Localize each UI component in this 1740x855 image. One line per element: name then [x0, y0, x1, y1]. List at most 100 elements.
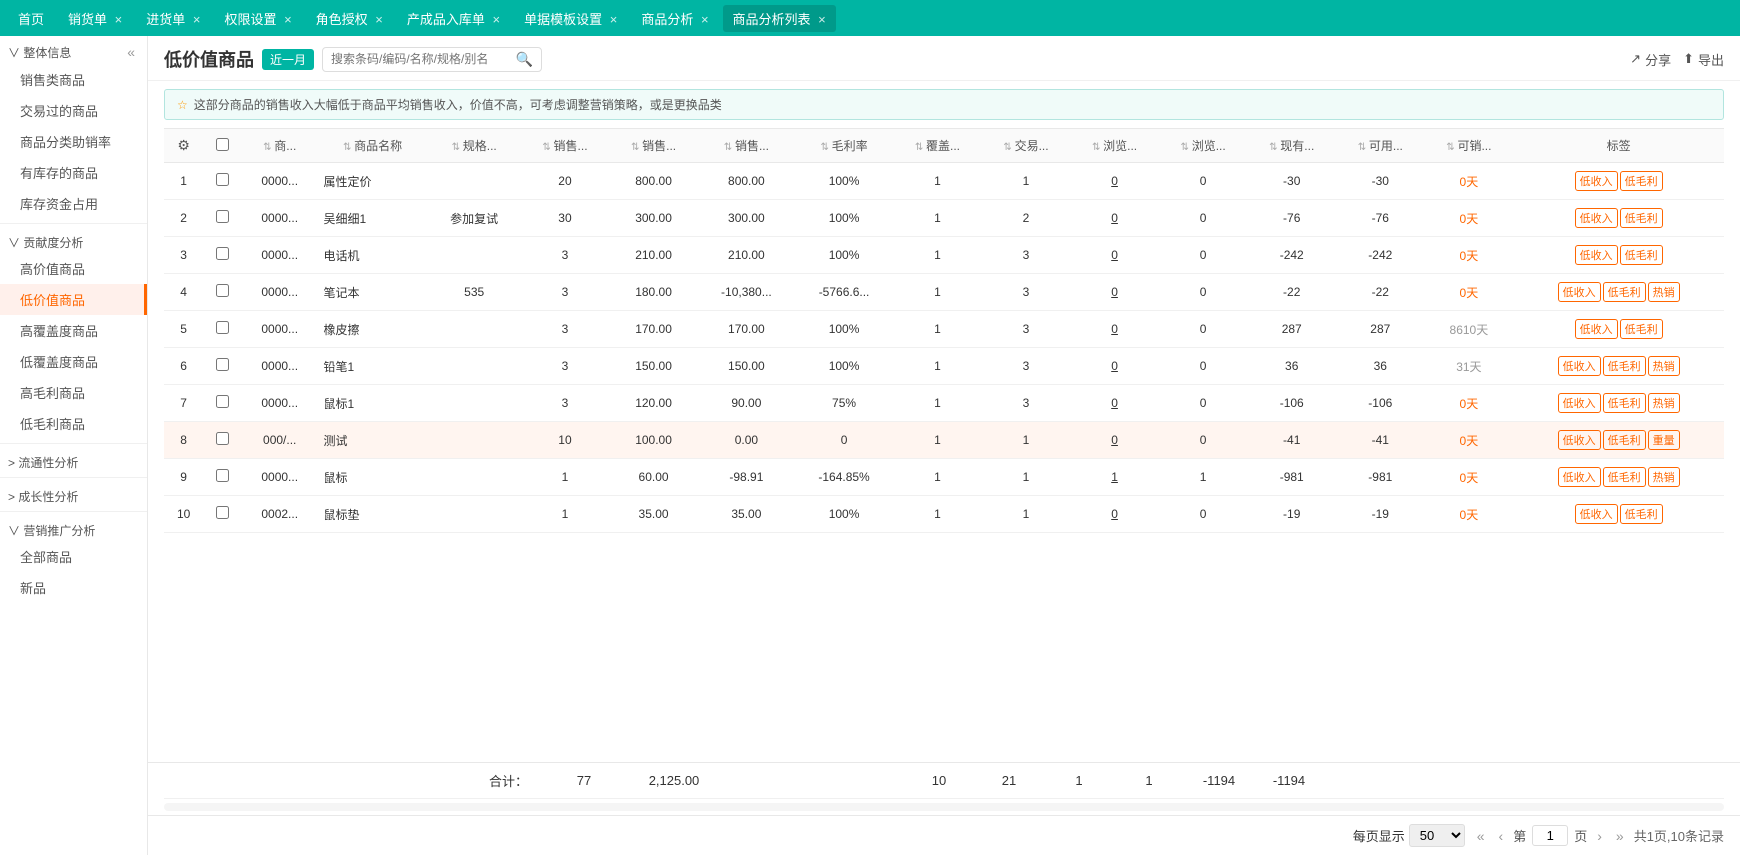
- page-size-dropdown[interactable]: 50 100 200: [1409, 824, 1465, 847]
- row-select-checkbox[interactable]: [216, 173, 229, 186]
- col-stock[interactable]: 现有...: [1247, 129, 1336, 163]
- sidebar-item-all-products[interactable]: 全部商品: [0, 541, 147, 572]
- row-pv1[interactable]: 0: [1070, 200, 1159, 237]
- pv1-link[interactable]: 0: [1111, 211, 1118, 225]
- pv1-link[interactable]: 0: [1111, 396, 1118, 410]
- row-checkbox[interactable]: [203, 237, 242, 274]
- col-sales-amt[interactable]: 销售...: [609, 129, 698, 163]
- row-checkbox[interactable]: [203, 459, 242, 496]
- sidebar-item-traded-products[interactable]: 交易过的商品: [0, 95, 147, 126]
- col-code[interactable]: 商...: [242, 129, 317, 163]
- pv1-link[interactable]: 0: [1111, 322, 1118, 336]
- nav-product-analysis[interactable]: 商品分析 ×: [631, 5, 718, 32]
- nav-purchase-order[interactable]: 进货单 ×: [136, 5, 210, 32]
- sidebar-item-new-products[interactable]: 新品: [0, 572, 147, 603]
- sidebar-collapse-button[interactable]: «: [123, 42, 139, 62]
- col-checkbox[interactable]: [203, 129, 242, 163]
- row-pv1[interactable]: 0: [1070, 311, 1159, 348]
- settings-icon[interactable]: ⚙: [177, 137, 190, 153]
- row-select-checkbox[interactable]: [216, 506, 229, 519]
- col-pv1[interactable]: 浏览...: [1070, 129, 1159, 163]
- row-select-checkbox[interactable]: [216, 210, 229, 223]
- col-margin[interactable]: 毛利率: [795, 129, 893, 163]
- nav-home[interactable]: 首页: [8, 5, 54, 32]
- last-page-button[interactable]: »: [1612, 826, 1628, 846]
- row-checkbox[interactable]: [203, 422, 242, 459]
- sidebar-item-high-value[interactable]: 高价值商品: [0, 253, 147, 284]
- row-pv1[interactable]: 0: [1070, 496, 1159, 533]
- pv1-link[interactable]: 0: [1111, 248, 1118, 262]
- nav-role-auth[interactable]: 角色授权 ×: [306, 5, 393, 32]
- row-select-checkbox[interactable]: [216, 432, 229, 445]
- sidebar-item-high-coverage[interactable]: 高覆盖度商品: [0, 315, 147, 346]
- first-page-button[interactable]: «: [1473, 826, 1489, 846]
- nav-template-settings[interactable]: 单据模板设置 ×: [514, 5, 627, 32]
- row-pv1[interactable]: 0: [1070, 163, 1159, 200]
- nav-close-icon[interactable]: ×: [115, 12, 123, 27]
- nav-close-icon[interactable]: ×: [193, 12, 201, 27]
- row-select-checkbox[interactable]: [216, 469, 229, 482]
- sidebar-item-stock-capital[interactable]: 库存资金占用: [0, 188, 147, 219]
- nav-product-instock[interactable]: 产成品入库单 ×: [397, 5, 510, 32]
- col-name[interactable]: 商品名称: [317, 129, 427, 163]
- row-checkbox[interactable]: [203, 200, 242, 237]
- nav-close-icon[interactable]: ×: [818, 12, 826, 27]
- nav-close-icon[interactable]: ×: [284, 12, 292, 27]
- col-sales-qty[interactable]: 销售...: [521, 129, 610, 163]
- col-pv2[interactable]: 浏览...: [1159, 129, 1248, 163]
- sidebar-section-growth[interactable]: > 成长性分析: [8, 490, 78, 504]
- pv1-link[interactable]: 0: [1111, 174, 1118, 188]
- row-select-checkbox[interactable]: [216, 321, 229, 334]
- col-coverage[interactable]: 覆盖...: [893, 129, 982, 163]
- next-page-button[interactable]: ›: [1593, 826, 1606, 846]
- sidebar-item-category-rate[interactable]: 商品分类助销率: [0, 126, 147, 157]
- nav-sales-order[interactable]: 销货单 ×: [58, 5, 132, 32]
- nav-close-icon[interactable]: ×: [701, 12, 709, 27]
- col-spec[interactable]: 规格...: [428, 129, 521, 163]
- row-checkbox[interactable]: [203, 274, 242, 311]
- row-select-checkbox[interactable]: [216, 247, 229, 260]
- pv1-link[interactable]: 1: [1111, 470, 1118, 484]
- col-available[interactable]: 可用...: [1336, 129, 1425, 163]
- col-sales-cost[interactable]: 销售...: [698, 129, 795, 163]
- sidebar-item-sales-products[interactable]: 销售类商品: [0, 64, 147, 95]
- sidebar-item-low-margin[interactable]: 低毛利商品: [0, 408, 147, 439]
- row-checkbox[interactable]: [203, 348, 242, 385]
- sidebar-item-low-value[interactable]: 低价值商品: [0, 284, 147, 315]
- prev-page-button[interactable]: ‹: [1495, 826, 1508, 846]
- row-select-checkbox[interactable]: [216, 358, 229, 371]
- share-button[interactable]: ↗ 分享: [1630, 50, 1671, 69]
- row-pv1[interactable]: 0: [1070, 237, 1159, 274]
- nav-permissions[interactable]: 权限设置 ×: [214, 5, 301, 32]
- row-select-checkbox[interactable]: [216, 284, 229, 297]
- search-icon[interactable]: 🔍: [516, 51, 533, 68]
- select-all-checkbox[interactable]: [216, 138, 229, 151]
- nav-close-icon[interactable]: ×: [610, 12, 618, 27]
- row-pv1[interactable]: 0: [1070, 348, 1159, 385]
- time-filter-badge[interactable]: 近一月: [262, 49, 314, 70]
- pv1-link[interactable]: 0: [1111, 285, 1118, 299]
- row-checkbox[interactable]: [203, 311, 242, 348]
- col-sellable[interactable]: 可销...: [1425, 129, 1514, 163]
- row-pv1[interactable]: 0: [1070, 422, 1159, 459]
- sidebar-section-circulation[interactable]: > 流通性分析: [8, 456, 78, 470]
- row-checkbox[interactable]: [203, 496, 242, 533]
- row-pv1[interactable]: 1: [1070, 459, 1159, 496]
- col-transactions[interactable]: 交易...: [982, 129, 1071, 163]
- pv1-link[interactable]: 0: [1111, 507, 1118, 521]
- row-pv1[interactable]: 0: [1070, 274, 1159, 311]
- search-input[interactable]: [331, 52, 512, 66]
- nav-product-analysis-list[interactable]: 商品分析列表 ×: [723, 5, 836, 32]
- pv1-link[interactable]: 0: [1111, 433, 1118, 447]
- row-pv1[interactable]: 0: [1070, 385, 1159, 422]
- pv1-link[interactable]: 0: [1111, 359, 1118, 373]
- sidebar-item-high-margin[interactable]: 高毛利商品: [0, 377, 147, 408]
- nav-close-icon[interactable]: ×: [375, 12, 383, 27]
- page-number-input[interactable]: [1532, 825, 1568, 846]
- row-checkbox[interactable]: [203, 385, 242, 422]
- col-settings[interactable]: ⚙: [164, 129, 203, 163]
- row-checkbox[interactable]: [203, 163, 242, 200]
- sidebar-item-low-coverage[interactable]: 低覆盖度商品: [0, 346, 147, 377]
- export-button[interactable]: ⬆ 导出: [1683, 50, 1724, 69]
- sidebar-item-stock-products[interactable]: 有库存的商品: [0, 157, 147, 188]
